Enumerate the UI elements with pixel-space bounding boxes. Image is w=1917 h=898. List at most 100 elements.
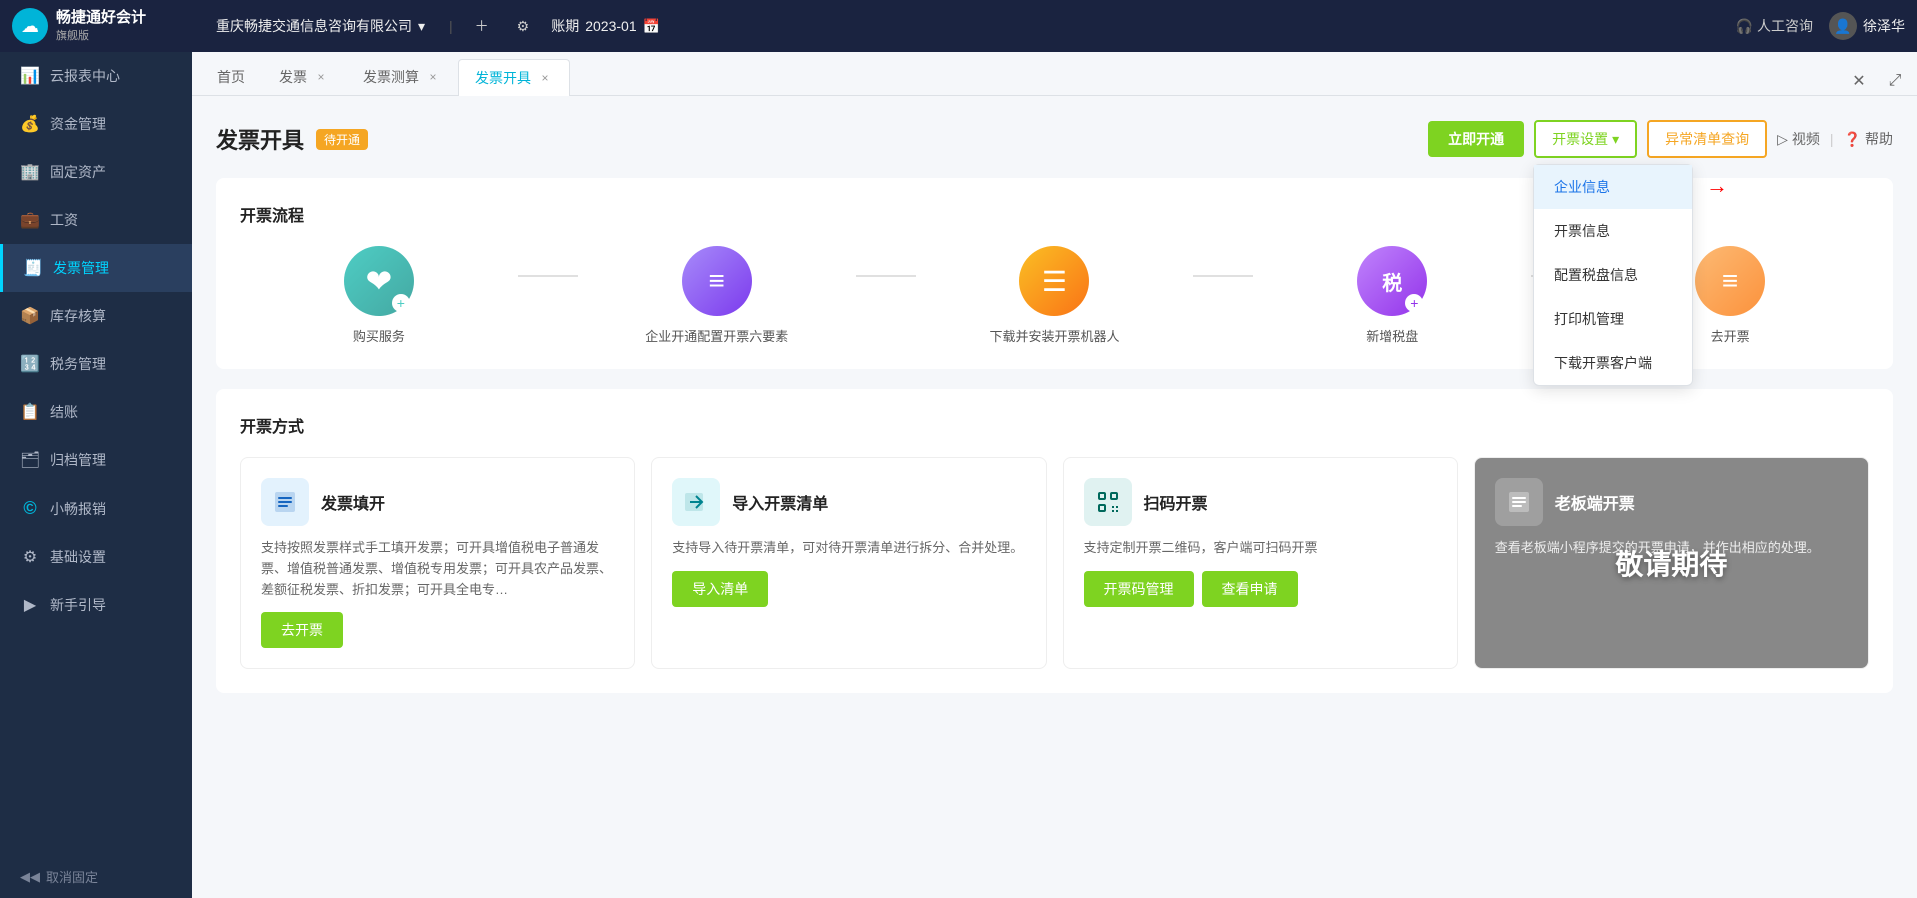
dropdown-item-xiazaikehuduan[interactable]: 下载开票客户端 (1534, 341, 1692, 385)
support-button[interactable]: 🎧 人工咨询 (1736, 16, 1813, 36)
tab-close-fapiaokaiqu[interactable]: × (537, 70, 553, 86)
archive-icon: 🗂 (20, 450, 40, 470)
tab-close-fapiaocesu[interactable]: × (425, 69, 441, 85)
step-label-buy: 购买服务 (353, 326, 405, 345)
status-badge: 待开通 (316, 129, 368, 150)
method-card-manual: 发票填开 支持按照发票样式手工填开发票；可开具增值税电子普通发票、增值税普通发票… (240, 457, 635, 669)
flow-step-download: ☰ 下载并安装开票机器人 (916, 246, 1194, 345)
top-bar: ☁ 畅捷通好会计 旗舰版 重庆畅捷交通信息咨询有限公司 ▾ | ＋ ⚙ 账期 2… (0, 0, 1917, 52)
overlay-mask: 敬请期待 (1475, 458, 1868, 668)
app-title: 畅捷通好会计 (56, 9, 146, 27)
user-name: 徐泽华 (1863, 16, 1905, 36)
header-actions: 立即开通 开票设置 ▾ 异常清单查询 ▷ 视频 | ❓ (1428, 120, 1893, 158)
company-name: 重庆畅捷交通信息咨询有限公司 (216, 16, 412, 36)
period-display: 账期 2023-01 📅 (551, 16, 660, 36)
avatar: 👤 (1829, 12, 1857, 40)
step-label-config: 企业开通配置开票六要素 (645, 326, 788, 345)
sidebar-item-gudingzichan[interactable]: 🏢 固定资产 (0, 148, 192, 196)
sidebar-item-xiaochangbaoxiao[interactable]: © 小畅报销 (0, 484, 192, 533)
sidebar-item-jiezhang[interactable]: 📋 结账 (0, 388, 192, 436)
video-button[interactable]: ▷ 视频 (1777, 129, 1820, 149)
sidebar-item-xinshouyindao[interactable]: ▶ 新手引导 (0, 581, 192, 629)
methods-section: 开票方式 (216, 389, 1893, 693)
building-icon: 🏢 (20, 162, 40, 182)
method-icon-import (672, 478, 720, 526)
method-desc-scan: 支持定制开票二维码，客户端可扫码开票 (1084, 538, 1437, 559)
method-name-import: 导入开票清单 (732, 490, 828, 514)
tab-home[interactable]: 首页 (200, 58, 262, 95)
chart-icon: 📊 (20, 66, 40, 86)
sidebar: 📊 云报表中心 💰 资金管理 🏢 固定资产 💼 工资 🧾 发票管理 📦 (0, 52, 192, 898)
sidebar-label: 库存核算 (50, 306, 106, 326)
ledger-icon: 📋 (20, 402, 40, 422)
sidebar-item-gongzi[interactable]: 💼 工资 (0, 196, 192, 244)
c-icon: © (20, 498, 40, 519)
sidebar-label: 固定资产 (50, 162, 106, 182)
dropdown-item-peizhi[interactable]: 配置税盘信息 (1534, 253, 1692, 297)
flow-step-newtray: 税 + 新增税盘 (1253, 246, 1531, 345)
method-name-manual: 发票填开 (321, 490, 385, 514)
methods-section-title: 开票方式 (240, 413, 1869, 437)
page-header: 发票开具 待开通 立即开通 开票设置 ▾ 异常清单查询 ▷ 视频 (216, 120, 1893, 158)
method-btn-import[interactable]: 导入清单 (672, 571, 768, 607)
step-icon-newtray: 税 + (1357, 246, 1427, 316)
maximize-window-button[interactable]: ⤢ (1881, 67, 1909, 95)
method-icon-manual (261, 478, 309, 526)
settings-button[interactable]: 开票设置 ▾ (1534, 120, 1637, 158)
method-btn-scan-qr[interactable]: 开票码管理 (1084, 571, 1194, 607)
calendar-icon[interactable]: 📅 (643, 18, 660, 35)
sidebar-item-guidang[interactable]: 🗂 归档管理 (0, 436, 192, 484)
flow-step-buy: ❤ + 购买服务 (240, 246, 518, 345)
cancel-pin-button[interactable]: ◀◀ 取消固定 (0, 855, 192, 898)
step-label-newtray: 新增税盘 (1366, 326, 1418, 345)
company-selector[interactable]: 重庆畅捷交通信息咨询有限公司 ▾ (208, 12, 433, 40)
sidebar-label: 小畅报销 (50, 499, 106, 519)
main-content: 发票开具 待开通 立即开通 开票设置 ▾ 异常清单查询 ▷ 视频 (192, 96, 1917, 898)
step-icon-config: ≡ (682, 246, 752, 316)
invoice-icon: 🧾 (23, 258, 43, 278)
headset-icon: 🎧 (1736, 18, 1753, 35)
method-card-import: 导入开票清单 支持导入待开票清单，可对待开票清单进行拆分、合并处理。 导入清单 (651, 457, 1046, 669)
page-title: 发票开具 (216, 123, 304, 155)
tax-icon: 🔢 (20, 354, 40, 374)
dropdown-item-dayinjiguanli[interactable]: 打印机管理 (1534, 297, 1692, 341)
method-btn-manual[interactable]: 去开票 (261, 612, 343, 648)
question-icon: ❓ (1844, 131, 1861, 148)
tab-fapiao[interactable]: 发票 × (262, 58, 346, 95)
flow-connector-1 (518, 275, 578, 277)
tab-fapiaokaiqu[interactable]: 发票开具 × (458, 59, 570, 96)
settings-icon[interactable]: ⚙ (511, 14, 536, 39)
method-card-boss: 老板端开票 查看老板端小程序提交的开票申请，并作出相应的处理。 敬请期待 (1474, 457, 1869, 669)
sidebar-item-kucun[interactable]: 📦 库存核算 (0, 292, 192, 340)
add-button[interactable]: ＋ (469, 12, 495, 40)
chevron-down-icon: ▾ (418, 18, 425, 35)
method-cards: 发票填开 支持按照发票样式手工填开发票；可开具增值税电子普通发票、增值税普通发票… (240, 457, 1869, 669)
tab-fapiaocesu[interactable]: 发票测算 × (346, 58, 458, 95)
sidebar-label: 云报表中心 (50, 66, 120, 86)
sidebar-item-yunbao[interactable]: 📊 云报表中心 (0, 52, 192, 100)
step-icon-buy: ❤ + (344, 246, 414, 316)
exception-button[interactable]: 异常清单查询 (1647, 120, 1767, 158)
sidebar-item-zijin[interactable]: 💰 资金管理 (0, 100, 192, 148)
dropdown-item-kaipaoxinxi[interactable]: 开票信息 (1534, 209, 1692, 253)
logo-area: ☁ 畅捷通好会计 旗舰版 (12, 8, 192, 44)
activate-button[interactable]: 立即开通 (1428, 121, 1524, 157)
sidebar-item-jichushezhi[interactable]: ⚙ 基础设置 (0, 533, 192, 581)
dropdown-item-qiyexinxi[interactable]: 企业信息 (1534, 165, 1692, 209)
method-name-scan: 扫码开票 (1144, 490, 1208, 514)
help-button[interactable]: ❓ 帮助 (1844, 129, 1893, 149)
settings-dropdown: 企业信息 开票信息 配置税盘信息 打印机管理 (1533, 164, 1693, 386)
tab-close-fapiao[interactable]: × (313, 69, 329, 85)
chevron-down-icon: ▾ (1612, 131, 1619, 148)
sidebar-item-fapiao[interactable]: 🧾 发票管理 (0, 244, 192, 292)
flow-connector-3 (1193, 275, 1253, 277)
sidebar-label: 税务管理 (50, 354, 106, 374)
user-info[interactable]: 👤 徐泽华 (1829, 12, 1905, 40)
sidebar-label: 基础设置 (50, 547, 106, 567)
method-btn-scan-apply[interactable]: 查看申请 (1202, 571, 1298, 607)
sidebar-item-shuiwu[interactable]: 🔢 税务管理 (0, 340, 192, 388)
close-window-button[interactable]: ✕ (1845, 67, 1873, 95)
play-circle-icon: ▷ (1777, 131, 1788, 148)
sidebar-label: 结账 (50, 402, 78, 422)
money-icon: 💰 (20, 114, 40, 134)
